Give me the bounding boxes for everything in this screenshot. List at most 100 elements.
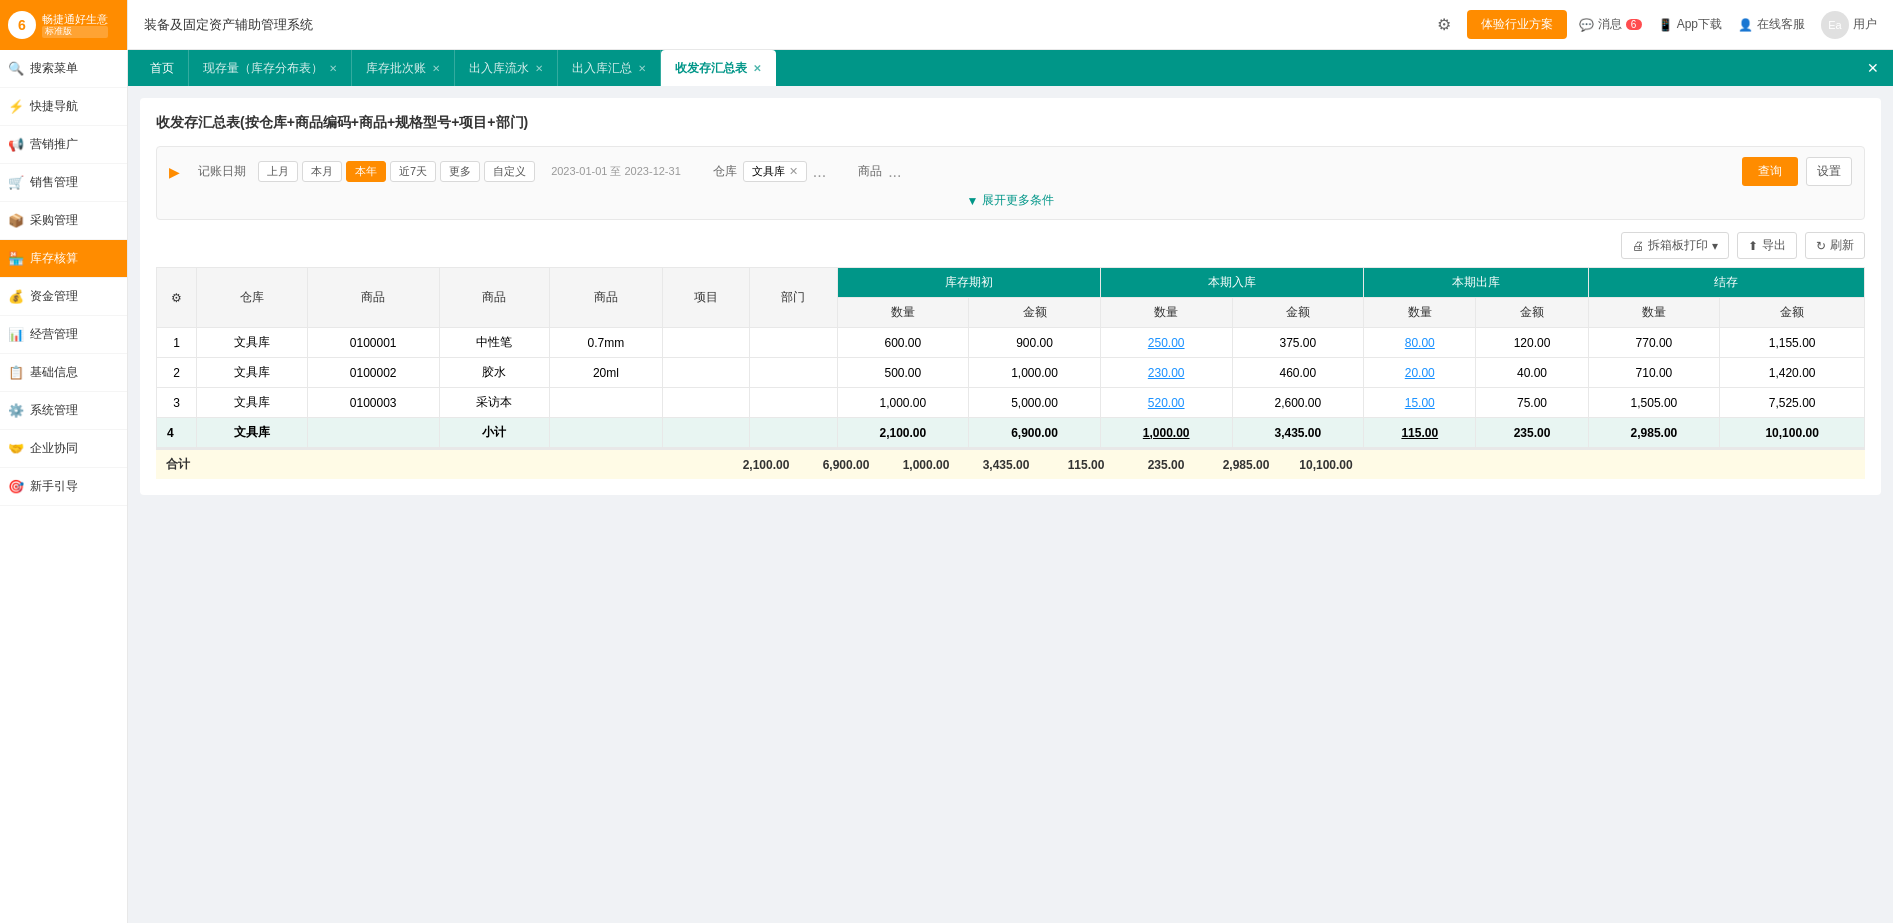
sidebar-item-corp[interactable]: 🤝企业协同 bbox=[0, 430, 127, 468]
sidebar-logo: 6 畅捷通好生意 标准版 bbox=[0, 0, 127, 50]
cell-balance-qty: 2,985.00 bbox=[1588, 418, 1720, 448]
operation-icon: 📊 bbox=[8, 327, 24, 343]
sidebar-item-purchase[interactable]: 📦采购管理 bbox=[0, 202, 127, 240]
cell-in-amt: 2,600.00 bbox=[1232, 388, 1364, 418]
warehouse-filter: 仓库 文具库 ✕ ... bbox=[713, 161, 826, 182]
tab-close-inout-summary[interactable]: ✕ bbox=[638, 63, 646, 74]
tab-close-recv-send[interactable]: ✕ bbox=[753, 63, 761, 74]
tab-close-inout-flow[interactable]: ✕ bbox=[535, 63, 543, 74]
th-warehouse: 仓库 bbox=[197, 268, 308, 328]
setting-button[interactable]: 设置 bbox=[1806, 157, 1852, 186]
query-button[interactable]: 查询 bbox=[1742, 157, 1798, 186]
sidebar-item-search[interactable]: 🔍搜索菜单 bbox=[0, 50, 127, 88]
table-row: 1 文具库 0100001 中性笔 0.7mm 600.00 900.00 25… bbox=[157, 328, 1865, 358]
cell-in-qty: 1,000.00 bbox=[1100, 418, 1232, 448]
page-title: 收发存汇总表(按仓库+商品编码+商品+规格型号+项目+部门) bbox=[156, 114, 1865, 132]
tab-label-inventory-dist: 现存量（库存分布表） bbox=[203, 60, 323, 77]
tab-batch[interactable]: 库存批次账 ✕ bbox=[352, 50, 455, 86]
tab-inventory-dist[interactable]: 现存量（库存分布表） ✕ bbox=[189, 50, 352, 86]
th-init-qty: 数量 bbox=[837, 298, 969, 328]
table-toolbar: 🖨 拆箱板打印 ▾ ⬆ 导出 ↻ 刷新 bbox=[156, 232, 1865, 259]
app-download-item[interactable]: 📱 App下载 bbox=[1658, 16, 1722, 33]
tab-label-batch: 库存批次账 bbox=[366, 60, 426, 77]
sidebar-label-quick-nav: 快捷导航 bbox=[30, 98, 78, 115]
corp-icon: 🤝 bbox=[8, 441, 24, 457]
goods-more-icon[interactable]: ... bbox=[888, 163, 901, 181]
goods-filter: 商品 ... bbox=[858, 163, 901, 181]
sidebar-item-operation[interactable]: 📊经营管理 bbox=[0, 316, 127, 354]
tab-inout-summary[interactable]: 出入库汇总✕ bbox=[558, 50, 661, 86]
sidebar-item-basic[interactable]: 📋 基础信息 bbox=[0, 354, 127, 392]
sidebar-label-basic: 基础信息 bbox=[30, 364, 78, 381]
message-item[interactable]: 💬 消息 6 bbox=[1579, 16, 1642, 33]
logo-sub: 标准版 bbox=[42, 26, 108, 38]
sidebar-item-quick-nav[interactable]: ⚡快捷导航 bbox=[0, 88, 127, 126]
th-in-amt: 金额 bbox=[1232, 298, 1364, 328]
date-btn-自定义[interactable]: 自定义 bbox=[484, 161, 535, 182]
cell-goods-name: 胶水 bbox=[439, 358, 550, 388]
tab-inout-flow[interactable]: 出入库流水 ✕ bbox=[455, 50, 558, 86]
th-goods-name: 商品 bbox=[439, 268, 550, 328]
date-btn-group: 上月本月本年近7天更多自定义 bbox=[258, 161, 535, 182]
warehouse-tag[interactable]: 文具库 ✕ bbox=[743, 161, 807, 182]
date-btn-本年[interactable]: 本年 bbox=[346, 161, 386, 182]
sidebar-item-sales[interactable]: 🛒销售管理 bbox=[0, 164, 127, 202]
warehouse-tag-close-icon[interactable]: ✕ bbox=[789, 165, 798, 178]
cell-out-qty: 20.00 bbox=[1364, 358, 1476, 388]
cell-balance-amt: 1,420.00 bbox=[1720, 358, 1865, 388]
cell-out-qty: 80.00 bbox=[1364, 328, 1476, 358]
gear-icon[interactable]: ⚙ bbox=[1437, 15, 1451, 34]
sidebar-item-marketing[interactable]: 📢营销推广 bbox=[0, 126, 127, 164]
cell-num: 4 bbox=[157, 418, 197, 448]
sidebar-item-system[interactable]: ⚙️系统管理 bbox=[0, 392, 127, 430]
cell-goods-code: 0100002 bbox=[307, 358, 439, 388]
th-group-in: 本期入库 bbox=[1100, 268, 1363, 298]
date-btn-本月[interactable]: 本月 bbox=[302, 161, 342, 182]
sidebar-label-sales: 销售管理 bbox=[30, 174, 78, 191]
online-service-item[interactable]: 👤 在线客服 bbox=[1738, 16, 1805, 33]
table-row: 2 文具库 0100002 胶水 20ml 500.00 1,000.00 23… bbox=[157, 358, 1865, 388]
search-icon: 🔍 bbox=[8, 61, 24, 77]
try-industry-button[interactable]: 体验行业方案 bbox=[1467, 10, 1567, 39]
refresh-button[interactable]: ↻ 刷新 bbox=[1805, 232, 1865, 259]
sidebar-item-guide[interactable]: 🎯新手引导 bbox=[0, 468, 127, 506]
th-project: 项目 bbox=[662, 268, 750, 328]
message-icon: 💬 bbox=[1579, 18, 1594, 32]
print-button[interactable]: 🖨 拆箱板打印 ▾ bbox=[1621, 232, 1729, 259]
data-table: ⚙ 仓库 商品 商品 商品 项目 部门 库存期初 本期入库 本期出库 结存 bbox=[156, 267, 1865, 448]
th-balance-amt: 金额 bbox=[1720, 298, 1865, 328]
date-btn-近7天[interactable]: 近7天 bbox=[390, 161, 436, 182]
date-btn-上月[interactable]: 上月 bbox=[258, 161, 298, 182]
avatar: Ea bbox=[1821, 11, 1849, 39]
basic-icon: 📋 bbox=[8, 365, 24, 381]
logo-title: 畅捷通好生意 bbox=[42, 12, 108, 26]
sidebar-item-inventory[interactable]: 🏪库存核算 bbox=[0, 240, 127, 278]
cell-in-qty: 230.00 bbox=[1100, 358, 1232, 388]
sidebar-item-finance[interactable]: 💰资金管理 bbox=[0, 278, 127, 316]
user-item[interactable]: Ea 用户 bbox=[1821, 11, 1877, 39]
filter-collapse-icon[interactable]: ▶ bbox=[169, 164, 180, 180]
cell-department bbox=[750, 328, 838, 358]
tab-label-inout-flow: 出入库流水 bbox=[469, 60, 529, 77]
tab-close-inventory-dist[interactable]: ✕ bbox=[329, 63, 337, 74]
cell-goods-name: 中性笔 bbox=[439, 328, 550, 358]
cell-out-amt: 120.00 bbox=[1476, 328, 1588, 358]
tab-recv-send[interactable]: 收发存汇总表 ✕ bbox=[661, 50, 776, 86]
tabbar-close-icon[interactable]: ✕ bbox=[1861, 60, 1885, 76]
table-footer: 合计 2,100.00 6,900.00 1,000.00 3,435.00 1… bbox=[156, 448, 1865, 479]
tab-home[interactable]: 首页 bbox=[136, 50, 189, 86]
filter-row: ▶ 记账日期 上月本月本年近7天更多自定义 2023-01-01 至 2023-… bbox=[169, 157, 1852, 186]
warehouse-label: 仓库 bbox=[713, 163, 737, 180]
cell-num: 3 bbox=[157, 388, 197, 418]
warehouse-more-icon[interactable]: ... bbox=[813, 163, 826, 181]
tab-close-batch[interactable]: ✕ bbox=[432, 63, 440, 74]
tab-label-recv-send: 收发存汇总表 bbox=[675, 60, 747, 77]
th-out-qty: 数量 bbox=[1364, 298, 1476, 328]
expand-conditions-button[interactable]: ▼ 展开更多条件 bbox=[967, 192, 1055, 209]
export-button[interactable]: ⬆ 导出 bbox=[1737, 232, 1797, 259]
footer-balance-qty: 2,985.00 bbox=[1206, 458, 1286, 472]
cell-balance-qty: 770.00 bbox=[1588, 328, 1720, 358]
sidebar-label-purchase: 采购管理 bbox=[30, 212, 78, 229]
date-btn-更多[interactable]: 更多 bbox=[440, 161, 480, 182]
sidebar-label-inventory: 库存核算 bbox=[30, 250, 78, 267]
